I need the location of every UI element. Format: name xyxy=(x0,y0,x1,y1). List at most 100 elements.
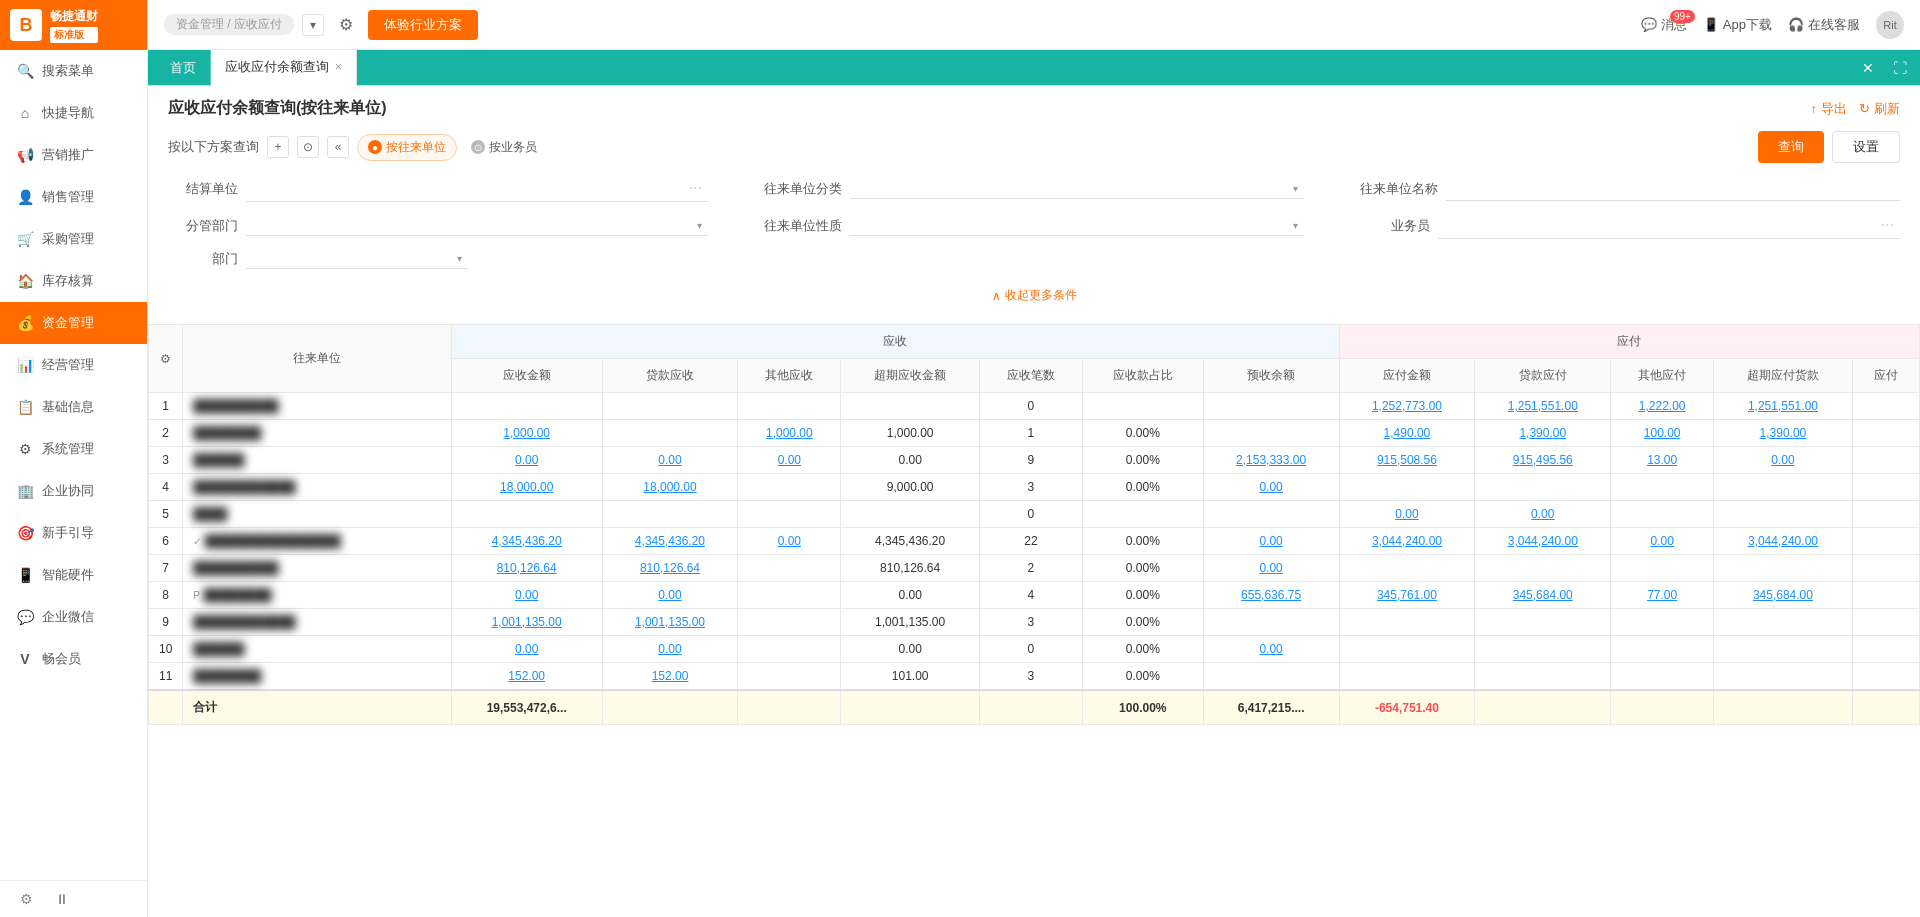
dept-select[interactable]: ▾ xyxy=(246,249,468,269)
col-ar-count: 应收笔数 xyxy=(980,359,1083,393)
sidebar-settings-icon[interactable]: ⚙ xyxy=(16,889,36,909)
partner-name-input[interactable] xyxy=(1446,177,1900,201)
app-download-button[interactable]: 📱 App下载 xyxy=(1703,16,1772,34)
sidebar-item-inventory[interactable]: 🏠 库存核算 xyxy=(0,260,147,302)
row-ap-overdue: 1,390.00 xyxy=(1714,420,1853,447)
industry-solution-button[interactable]: 体验行业方案 xyxy=(368,10,478,40)
partner-nature-select[interactable]: ▾ xyxy=(850,216,1304,236)
notification-button[interactable]: 💬 消息 99+ xyxy=(1641,16,1687,34)
row-partner: ████████ xyxy=(183,420,451,447)
field-partner-category: 往来单位分类 ▾ xyxy=(764,179,1304,199)
table-scroll[interactable]: ⚙ 往来单位 应收 应付 应收金额 贷款应收 其他应收 超期应收金额 应收笔数 xyxy=(148,324,1920,917)
sidebar-item-finance[interactable]: 💰 资金管理 xyxy=(0,302,147,344)
partner-category-select[interactable]: ▾ xyxy=(850,179,1304,199)
member-icon: V xyxy=(16,650,34,668)
row-ar-count: 3 xyxy=(980,474,1083,501)
salesperson-dots[interactable]: ··· xyxy=(1881,216,1894,234)
tab-maximize-button[interactable]: ⛶ xyxy=(1888,56,1912,80)
row-ar-other xyxy=(738,636,841,663)
row-ar-ratio: 0.00% xyxy=(1082,420,1203,447)
operations-icon: 📊 xyxy=(16,356,34,374)
topbar-left: 资金管理 / 应收应付 ▾ ⚙ 体验行业方案 xyxy=(164,10,478,40)
system-icon: ⚙ xyxy=(16,440,34,458)
sidebar-item-label: 采购管理 xyxy=(42,230,94,248)
col-settings: ⚙ xyxy=(149,325,183,393)
footer-ap-other xyxy=(1611,690,1714,725)
sidebar-item-system[interactable]: ⚙ 系统管理 xyxy=(0,428,147,470)
settings-gear-button[interactable]: ⚙ xyxy=(332,11,360,39)
table-row: 11 ████████ 152.00 152.00 101.00 3 0.00% xyxy=(149,663,1920,691)
row-ar-ratio xyxy=(1082,393,1203,420)
search-menu-icon: 🔍 xyxy=(16,62,34,80)
online-support-button[interactable]: 🎧 在线客服 xyxy=(1788,16,1860,34)
edit-scheme-button[interactable]: ⊙ xyxy=(297,136,319,158)
refresh-button[interactable]: ↻ 刷新 xyxy=(1859,100,1900,118)
field-partner-name: 往来单位名称 xyxy=(1360,177,1900,201)
sidebar-item-label: 畅会员 xyxy=(42,650,81,668)
footer-ar-loan xyxy=(602,690,738,725)
field-dept: 部门 ▾ xyxy=(168,249,468,269)
footer-ap-amount: -654,751.40 xyxy=(1339,690,1475,725)
collapse-more-conditions[interactable]: ∧ 收起更多条件 xyxy=(168,279,1900,312)
settlement-unit-dots[interactable]: ··· xyxy=(689,179,702,197)
row-ar-loan xyxy=(602,420,738,447)
row-partner: ✓ ████████████████ xyxy=(183,528,451,555)
tab-ar-ap[interactable]: 应收应付余额查询 × xyxy=(211,50,357,86)
row-ap-remain xyxy=(1852,663,1919,691)
setting-button[interactable]: 设置 xyxy=(1832,131,1900,163)
breadcrumb-dropdown[interactable]: ▾ xyxy=(302,14,324,36)
sidebar-item-smart-hw[interactable]: 📱 智能硬件 xyxy=(0,554,147,596)
row-ar-count: 3 xyxy=(980,609,1083,636)
settlement-unit-input[interactable]: ··· xyxy=(246,175,708,202)
scheme-by-employee[interactable]: ⊙ 按业务员 xyxy=(461,135,547,160)
sidebar-item-purchase[interactable]: 🛒 采购管理 xyxy=(0,218,147,260)
sales-icon: 👤 xyxy=(16,188,34,206)
marketing-icon: 📢 xyxy=(16,146,34,164)
scheme-by-partner[interactable]: ● 按往来单位 xyxy=(357,134,457,161)
sidebar-bottom: ⚙ ⏸ xyxy=(0,880,147,917)
row-ar-prepay: 2,153,333.00 xyxy=(1203,447,1339,474)
row-num: 4 xyxy=(149,474,183,501)
user-menu[interactable]: Rit xyxy=(1876,11,1904,39)
row-ap-remain xyxy=(1852,609,1919,636)
row-ar-ratio: 0.00% xyxy=(1082,609,1203,636)
sidebar-item-marketing[interactable]: 📢 营销推广 xyxy=(0,134,147,176)
filter-row-3: 部门 ▾ xyxy=(168,249,1900,269)
table-row: 7 ██████████ 810,126.64 810,126.64 810,1… xyxy=(149,555,1920,582)
add-scheme-button[interactable]: + xyxy=(267,136,289,158)
table-settings-icon[interactable]: ⚙ xyxy=(160,352,171,366)
sidebar-item-guide[interactable]: 🎯 新手引导 xyxy=(0,512,147,554)
breadcrumb: 资金管理 / 应收应付 xyxy=(164,14,294,35)
row-ap-other: 77.00 xyxy=(1611,582,1714,609)
sidebar-item-search-menu[interactable]: 🔍 搜索菜单 xyxy=(0,50,147,92)
row-ar-loan: 4,345,436.20 xyxy=(602,528,738,555)
partner-name-label: 往来单位名称 xyxy=(1360,180,1438,198)
export-button[interactable]: ↑ 导出 xyxy=(1811,100,1848,118)
query-button[interactable]: 查询 xyxy=(1758,131,1824,163)
collapse-scheme-button[interactable]: « xyxy=(327,136,349,158)
sidebar-item-operations[interactable]: 📊 经营管理 xyxy=(0,344,147,386)
sidebar-item-enterprise[interactable]: 🏢 企业协同 xyxy=(0,470,147,512)
sidebar-item-member[interactable]: V 畅会员 xyxy=(0,638,147,680)
sidebar-item-wechat[interactable]: 💬 企业微信 xyxy=(0,596,147,638)
row-ar-ratio: 0.00% xyxy=(1082,474,1203,501)
sidebar-item-sales[interactable]: 👤 销售管理 xyxy=(0,176,147,218)
table-row: 4 ████████████ 18,000.00 18,000.00 9,000… xyxy=(149,474,1920,501)
row-ar-other: 0.00 xyxy=(738,447,841,474)
table-row: 9 ████████████ 1,001,135.00 1,001,135.00… xyxy=(149,609,1920,636)
sidebar-item-label: 新手引导 xyxy=(42,524,94,542)
page-header-actions: ↑ 导出 ↻ 刷新 xyxy=(1811,100,1901,118)
sidebar-item-label: 营销推广 xyxy=(42,146,94,164)
col-ar-loan: 贷款应收 xyxy=(602,359,738,393)
tab-close-all-button[interactable]: ✕ xyxy=(1856,56,1880,80)
filter-top: 按以下方案查询 + ⊙ « ● 按往来单位 ⊙ 按业务员 xyxy=(168,131,1900,163)
salesperson-input[interactable]: ··· xyxy=(1438,212,1900,239)
sidebar-collapse-icon[interactable]: ⏸ xyxy=(52,889,72,909)
sidebar-item-basic-info[interactable]: 📋 基础信息 xyxy=(0,386,147,428)
tab-close-icon[interactable]: × xyxy=(335,60,342,74)
sidebar-item-quick-nav[interactable]: ⌂ 快捷导航 xyxy=(0,92,147,134)
page-title: 应收应付余额查询(按往来单位) xyxy=(168,98,387,119)
tab-home[interactable]: 首页 xyxy=(156,50,211,86)
dept-manager-select[interactable]: ▾ xyxy=(246,216,708,236)
wechat-icon: 💬 xyxy=(16,608,34,626)
